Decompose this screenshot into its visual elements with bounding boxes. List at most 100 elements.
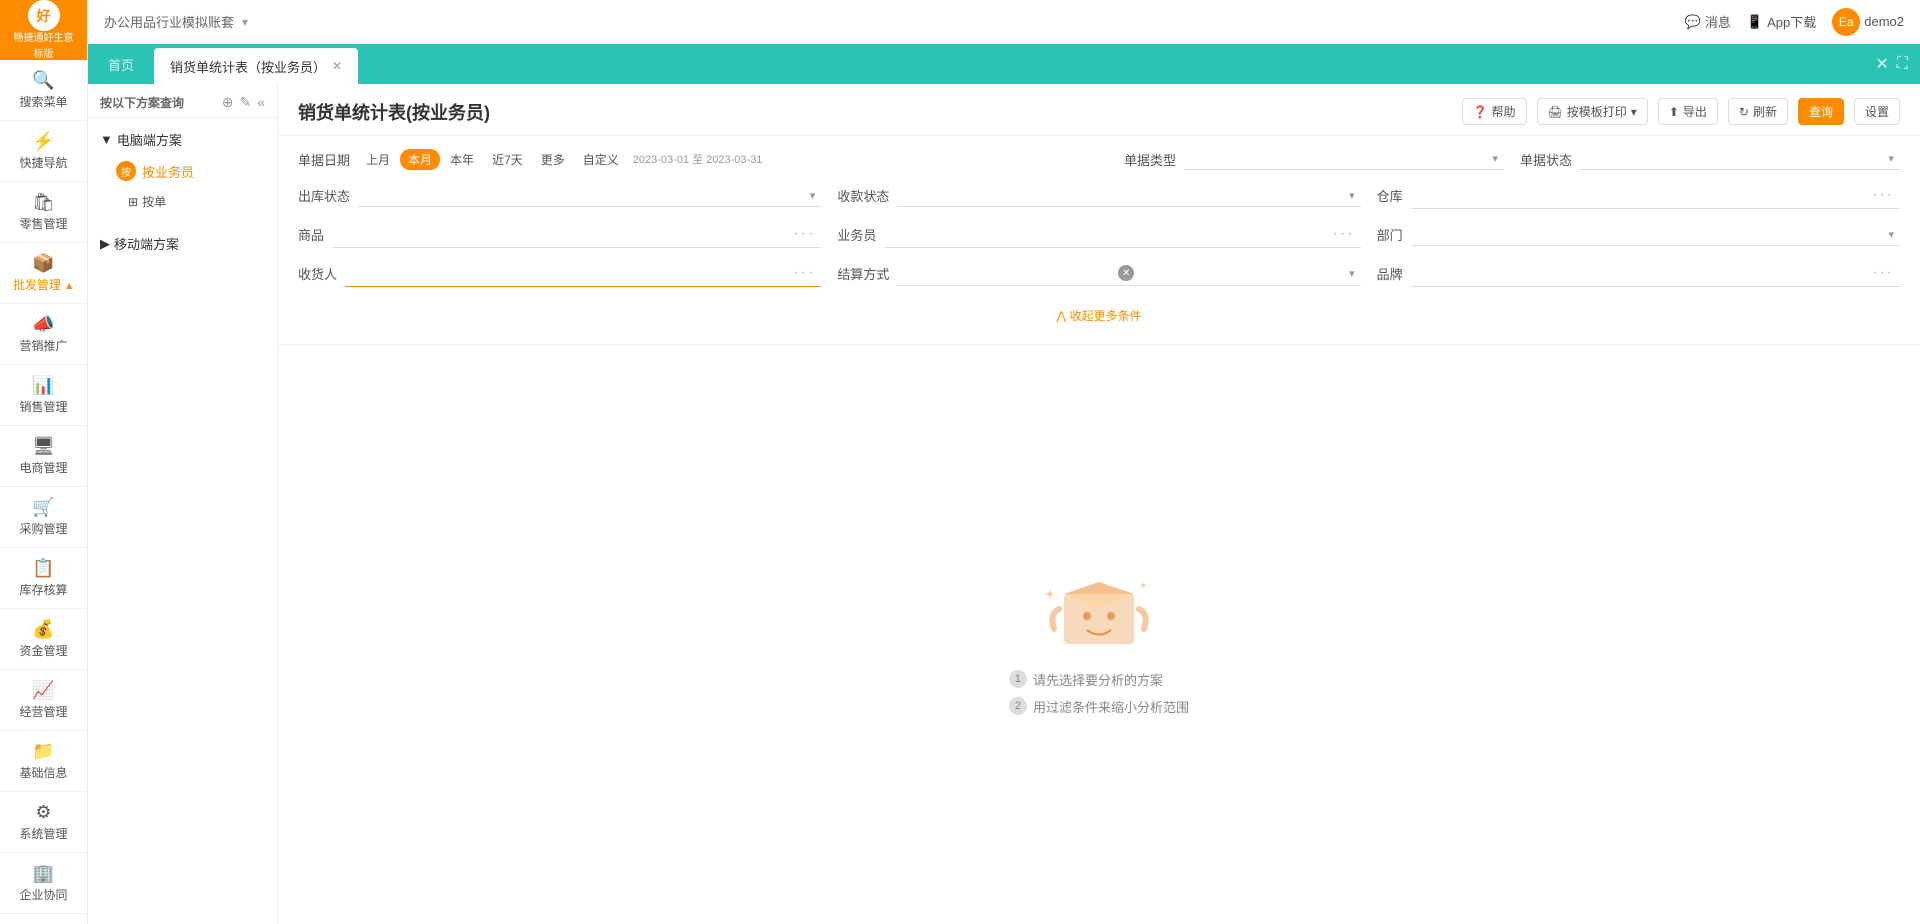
top-bar: 办公用品行业模拟账套 ▾ 💬 消息 📱 App下载 Ea demo2: [88, 0, 1920, 44]
help-icon: ❓: [1473, 105, 1488, 119]
receiptstatus-select[interactable]: ▾: [897, 185, 1360, 207]
left-panel: 按以下方案查询 ⊕ ✎ « ▼ 电脑端方案 按 按业务员: [88, 84, 278, 924]
outstatus-select[interactable]: ▾: [358, 185, 821, 207]
scheme-pc-parent[interactable]: ▼ 电脑端方案: [88, 124, 277, 155]
salesperson-select[interactable]: ···: [884, 221, 1360, 248]
top-bar-dropdown-icon[interactable]: ▾: [242, 15, 248, 29]
brand-select[interactable]: ···: [1411, 260, 1900, 287]
sidebar-item-operations[interactable]: 📈 经营管理: [0, 670, 87, 731]
scheme-pc-label: 电脑端方案: [117, 130, 182, 149]
scheme-by-order[interactable]: ⊞ 按单: [88, 187, 277, 216]
svg-text:✦: ✦: [1044, 586, 1056, 602]
empty-tips: 1 请先选择要分析的方案 2 用过滤条件来缩小分析范围: [1009, 670, 1189, 716]
sidebar-item-marketing[interactable]: 📣 营销推广: [0, 304, 87, 365]
sales-icon: 📊: [4, 375, 83, 396]
logo-subtitle: 标版: [34, 45, 54, 60]
tab-close-icon[interactable]: ✕: [332, 59, 342, 73]
settings-label: 设置: [1865, 103, 1889, 120]
quick-nav-icon: ⚡: [4, 131, 83, 152]
date-tab-this-year[interactable]: 本年: [442, 149, 482, 170]
finance-icon: 💰: [4, 619, 83, 640]
sidebar-item-newbie[interactable]: 🎯 新手引导: [0, 914, 87, 924]
date-tab-custom[interactable]: 自定义: [575, 149, 627, 170]
goods-label: 商品: [298, 225, 324, 244]
date-tab-more[interactable]: 更多: [533, 149, 573, 170]
scheme-section-pc: ▼ 电脑端方案 按 按业务员 ⊞ 按单: [88, 118, 277, 222]
scheme-by-salesperson[interactable]: 按 按业务员: [88, 155, 277, 187]
messages-button[interactable]: 💬 消息: [1685, 12, 1731, 31]
download-icon: 📱: [1747, 14, 1763, 30]
sidebar-item-ecommerce[interactable]: 🖥 电商管理: [0, 426, 87, 487]
doctype-label: 单据类型: [1124, 150, 1176, 169]
query-label: 查询: [1809, 103, 1833, 120]
message-icon: 💬: [1685, 14, 1701, 30]
date-range-text: 2023-03-01 至 2023-03-31: [633, 151, 763, 167]
order-scheme-icon: ⊞: [128, 195, 138, 209]
template-print-button[interactable]: 🖨 按模板打印 ▾: [1537, 98, 1648, 125]
sidebar-item-base[interactable]: 📁 基础信息: [0, 731, 87, 792]
date-label: 单据日期: [298, 150, 350, 169]
purchase-icon: 🛒: [4, 497, 83, 518]
settlement-select[interactable]: ✕ ▾: [897, 261, 1360, 286]
operations-icon: 📈: [4, 680, 83, 701]
tab-fullscreen-icon[interactable]: ⛶: [1897, 55, 1908, 73]
export-button[interactable]: ⬆ 导出: [1658, 98, 1718, 125]
user-menu[interactable]: Ea demo2: [1832, 8, 1904, 36]
department-select[interactable]: ▾: [1411, 224, 1900, 246]
sidebar-item-sales[interactable]: 📊 销售管理: [0, 365, 87, 426]
app-download-button[interactable]: 📱 App下载: [1747, 12, 1816, 31]
export-label: 导出: [1683, 103, 1707, 120]
sidebar-item-search-menu[interactable]: 🔍 搜索菜单: [0, 60, 87, 121]
warehouse-select[interactable]: ···: [1411, 182, 1900, 209]
collapse-filters-bar[interactable]: ⋀ 收起更多条件: [298, 299, 1900, 332]
query-button[interactable]: 查询: [1798, 98, 1844, 125]
edit-scheme-icon[interactable]: ✎: [239, 94, 251, 111]
app-logo[interactable]: 好 畅捷通好生意 标版: [0, 0, 88, 60]
filter-row-4: 收货人 ··· 结算方式 ✕ ▾: [298, 260, 1900, 287]
sidebar-item-enterprise[interactable]: 🏢 企业协同: [0, 853, 87, 914]
template-print-label: 按模板打印: [1567, 103, 1627, 120]
tab-home[interactable]: 首页: [88, 44, 154, 84]
filter-salesperson-field: 业务员 ···: [837, 221, 1360, 248]
tab-bar-controls: ✕ ⛶: [1875, 54, 1920, 74]
settlement-label: 结算方式: [837, 264, 889, 283]
refresh-button[interactable]: ↻ 刷新: [1728, 98, 1788, 125]
empty-tip-1: 1 请先选择要分析的方案: [1009, 670, 1189, 689]
tip-text-2: 用过滤条件来缩小分析范围: [1033, 697, 1189, 716]
doctype-select[interactable]: ▾: [1184, 148, 1504, 170]
scheme-section-mobile: ▶ 移动端方案: [88, 222, 277, 265]
scheme-salesperson-label: 按业务员: [142, 162, 194, 181]
sidebar-label-ecommerce: 电商管理: [19, 461, 67, 475]
goods-select[interactable]: ···: [332, 221, 821, 248]
receiver-input[interactable]: ···: [345, 260, 821, 287]
user-name: demo2: [1864, 14, 1904, 29]
docstatus-select[interactable]: ▾: [1580, 148, 1900, 170]
sidebar-label-retail: 零售管理: [19, 217, 67, 231]
sidebar-item-wholesale[interactable]: 📦 批发管理 ▲: [0, 243, 87, 304]
date-tab-this-month[interactable]: 本月: [400, 149, 440, 170]
tip-num-1: 1: [1009, 670, 1027, 688]
wholesale-arrow-icon: ▲: [64, 281, 74, 292]
add-scheme-icon[interactable]: ⊕: [222, 94, 234, 111]
settings-button[interactable]: 设置: [1854, 98, 1900, 125]
top-bar-right: 💬 消息 📱 App下载 Ea demo2: [1685, 8, 1904, 36]
date-tab-7days[interactable]: 近7天: [484, 149, 531, 170]
page-header: 销货单统计表(按业务员) ❓ 帮助 🖨 按模板打印 ▾ ⬆ 导出: [278, 84, 1920, 136]
system-icon: ⚙: [4, 802, 83, 823]
sidebar-item-retail[interactable]: 🛍 零售管理: [0, 182, 87, 243]
tab-close-all-icon[interactable]: ✕: [1875, 54, 1888, 74]
date-tab-last-month[interactable]: 上月: [358, 149, 398, 170]
receiver-dots-icon: ···: [793, 264, 815, 282]
sidebar-item-purchase[interactable]: 🛒 采购管理: [0, 487, 87, 548]
collapse-panel-icon[interactable]: «: [257, 94, 265, 111]
tab-sales-stats[interactable]: 销货单统计表（按业务员） ✕: [154, 48, 358, 84]
sidebar-item-finance[interactable]: 💰 资金管理: [0, 609, 87, 670]
sidebar-item-inventory[interactable]: 📋 库存核算: [0, 548, 87, 609]
sidebar-item-quick-nav[interactable]: ⚡ 快捷导航: [0, 121, 87, 182]
settlement-clear-icon[interactable]: ✕: [1118, 265, 1134, 281]
sidebar-label-system: 系统管理: [19, 827, 67, 841]
sidebar-item-system[interactable]: ⚙ 系统管理: [0, 792, 87, 853]
help-button[interactable]: ❓ 帮助: [1462, 98, 1527, 125]
salesperson-scheme-icon: 按: [116, 161, 136, 181]
scheme-mobile-parent[interactable]: ▶ 移动端方案: [88, 228, 277, 259]
